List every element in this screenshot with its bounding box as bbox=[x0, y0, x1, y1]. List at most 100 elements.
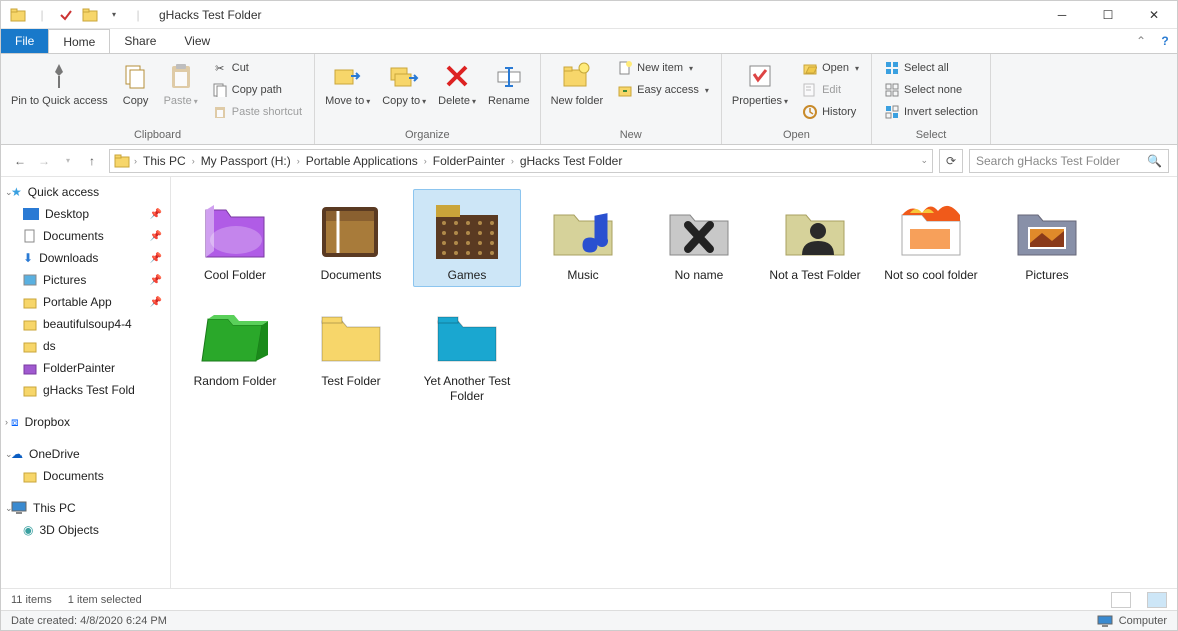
delete-button[interactable]: Delete▾ bbox=[432, 56, 482, 107]
sidebar-item-bs4[interactable]: beautifulsoup4-4 bbox=[1, 313, 170, 335]
new-item-button[interactable]: New item▾ bbox=[613, 58, 713, 78]
sidebar-onedrive[interactable]: ⌄☁OneDrive bbox=[1, 443, 170, 465]
folder-item[interactable]: Not a Test Folder bbox=[761, 189, 869, 287]
folder-item[interactable]: Test Folder bbox=[297, 295, 405, 408]
qat-separator: | bbox=[31, 4, 53, 26]
folder-icon bbox=[23, 317, 37, 331]
sidebar-item-pictures[interactable]: Pictures📌 bbox=[1, 269, 170, 291]
help-icon[interactable]: ? bbox=[1153, 29, 1177, 53]
open-icon bbox=[802, 60, 818, 76]
group-select: Select all Select none Invert selection … bbox=[872, 54, 991, 144]
thispc-icon bbox=[11, 501, 27, 515]
up-button[interactable]: ↑ bbox=[81, 150, 103, 172]
new-folder-button[interactable]: New folder bbox=[545, 56, 610, 107]
qat-dropdown[interactable]: ▾ bbox=[103, 4, 125, 26]
qat-separator2: | bbox=[127, 4, 149, 26]
sidebar-item-folderpainter[interactable]: FolderPainter bbox=[1, 357, 170, 379]
folder-icon bbox=[1007, 194, 1087, 266]
tab-home[interactable]: Home bbox=[48, 29, 110, 53]
refresh-button[interactable]: ⟳ bbox=[939, 149, 963, 173]
select-all-button[interactable]: Select all bbox=[880, 58, 982, 78]
paste-shortcut-button[interactable]: Paste shortcut bbox=[208, 102, 306, 122]
view-details-button[interactable] bbox=[1111, 592, 1131, 608]
sidebar-quick-access[interactable]: ⌄★Quick access bbox=[1, 181, 170, 203]
sidebar-3d-objects[interactable]: ◉3D Objects bbox=[1, 519, 170, 541]
folder-icon bbox=[311, 300, 391, 372]
properties-button[interactable]: Properties▾ bbox=[726, 56, 794, 107]
folder-icon bbox=[311, 194, 391, 266]
copy-button[interactable]: Copy bbox=[114, 56, 158, 107]
sidebar-thispc[interactable]: ⌄This PC bbox=[1, 497, 170, 519]
tab-share[interactable]: Share bbox=[110, 29, 170, 53]
crumb-3[interactable]: FolderPainter bbox=[431, 154, 507, 168]
copy-path-button[interactable]: Copy path bbox=[208, 80, 306, 100]
folder-item[interactable]: Yet Another Test Folder bbox=[413, 295, 521, 408]
ribbon-collapse-icon[interactable]: ⌃ bbox=[1129, 29, 1153, 53]
date-created: Date created: 4/8/2020 6:24 PM bbox=[11, 615, 167, 627]
crumb-1[interactable]: My Passport (H:) bbox=[199, 154, 293, 168]
sidebar-item-ds[interactable]: ds bbox=[1, 335, 170, 357]
pin-icon: 📌 bbox=[150, 253, 162, 264]
folder-item[interactable]: Not so cool folder bbox=[877, 189, 985, 287]
address-bar[interactable]: › This PC› My Passport (H:)› Portable Ap… bbox=[109, 149, 933, 173]
pin-icon: 📌 bbox=[150, 297, 162, 308]
copy-icon bbox=[120, 60, 152, 92]
qat-newfolder-icon[interactable] bbox=[79, 4, 101, 26]
edit-button[interactable]: Edit bbox=[798, 80, 863, 100]
sidebar-onedrive-documents[interactable]: Documents bbox=[1, 465, 170, 487]
back-button[interactable]: ← bbox=[9, 150, 31, 172]
folder-name: Yet Another Test Folder bbox=[418, 374, 516, 403]
sidebar-item-portable[interactable]: Portable App📌 bbox=[1, 291, 170, 313]
invert-selection-button[interactable]: Invert selection bbox=[880, 102, 982, 122]
sidebar: ⌄★Quick access Desktop📌 Documents📌 ⬇Down… bbox=[1, 177, 171, 588]
sidebar-dropbox[interactable]: ›⧈Dropbox bbox=[1, 411, 170, 433]
select-none-button[interactable]: Select none bbox=[880, 80, 982, 100]
crumb-0[interactable]: This PC bbox=[141, 154, 188, 168]
tab-file[interactable]: File bbox=[1, 29, 48, 53]
sidebar-item-downloads[interactable]: ⬇Downloads📌 bbox=[1, 247, 170, 269]
folder-item[interactable]: Music bbox=[529, 189, 637, 287]
folder-item[interactable]: Pictures bbox=[993, 189, 1101, 287]
qat-properties-icon[interactable] bbox=[55, 4, 77, 26]
recent-dropdown[interactable]: ▾ bbox=[57, 150, 79, 172]
folder-item[interactable]: Random Folder bbox=[181, 295, 289, 408]
minimize-button[interactable]: ─ bbox=[1039, 1, 1085, 29]
edit-icon bbox=[802, 82, 818, 98]
paste-button[interactable]: Paste▾ bbox=[158, 56, 204, 107]
folder-item[interactable]: No name bbox=[645, 189, 753, 287]
group-new: New folder New item▾ Easy access▾ New bbox=[541, 54, 722, 144]
close-button[interactable]: ✕ bbox=[1131, 1, 1177, 29]
group-clipboard: Pin to Quick access Copy Paste▾ ✂Cut Cop… bbox=[1, 54, 315, 144]
copy-to-button[interactable]: Copy to▾ bbox=[376, 56, 432, 107]
open-button[interactable]: Open▾ bbox=[798, 58, 863, 78]
sidebar-item-desktop[interactable]: Desktop📌 bbox=[1, 203, 170, 225]
crumb-4[interactable]: gHacks Test Folder bbox=[518, 154, 625, 168]
folder-item[interactable]: Documents bbox=[297, 189, 405, 287]
easy-access-button[interactable]: Easy access▾ bbox=[613, 80, 713, 100]
move-to-button[interactable]: Move to▾ bbox=[319, 56, 376, 107]
copy-path-icon bbox=[212, 82, 228, 98]
search-box[interactable]: Search gHacks Test Folder 🔍 bbox=[969, 149, 1169, 173]
folder-item[interactable]: Cool Folder bbox=[181, 189, 289, 287]
qat-folder-icon[interactable] bbox=[7, 4, 29, 26]
address-dropdown-icon[interactable]: ⌄ bbox=[920, 155, 928, 166]
content-area[interactable]: Cool FolderDocumentsGamesMusicNo nameNot… bbox=[171, 177, 1177, 588]
pin-icon: 📌 bbox=[150, 275, 162, 286]
computer-label: Computer bbox=[1119, 615, 1167, 627]
maximize-button[interactable]: ☐ bbox=[1085, 1, 1131, 29]
view-icons-button[interactable] bbox=[1147, 592, 1167, 608]
sidebar-item-ghacks[interactable]: gHacks Test Fold bbox=[1, 379, 170, 401]
crumb-2[interactable]: Portable Applications bbox=[304, 154, 420, 168]
folder-icon bbox=[427, 194, 507, 266]
new-folder-icon bbox=[561, 60, 593, 92]
sidebar-item-documents[interactable]: Documents📌 bbox=[1, 225, 170, 247]
folder-item[interactable]: Games bbox=[413, 189, 521, 287]
forward-button[interactable]: → bbox=[33, 150, 55, 172]
tab-view[interactable]: View bbox=[170, 29, 224, 53]
easy-access-icon bbox=[617, 82, 633, 98]
pin-quick-access-button[interactable]: Pin to Quick access bbox=[5, 56, 114, 107]
rename-button[interactable]: Rename bbox=[482, 56, 536, 107]
new-item-icon bbox=[617, 60, 633, 76]
history-button[interactable]: History bbox=[798, 102, 863, 122]
cut-button[interactable]: ✂Cut bbox=[208, 58, 306, 78]
